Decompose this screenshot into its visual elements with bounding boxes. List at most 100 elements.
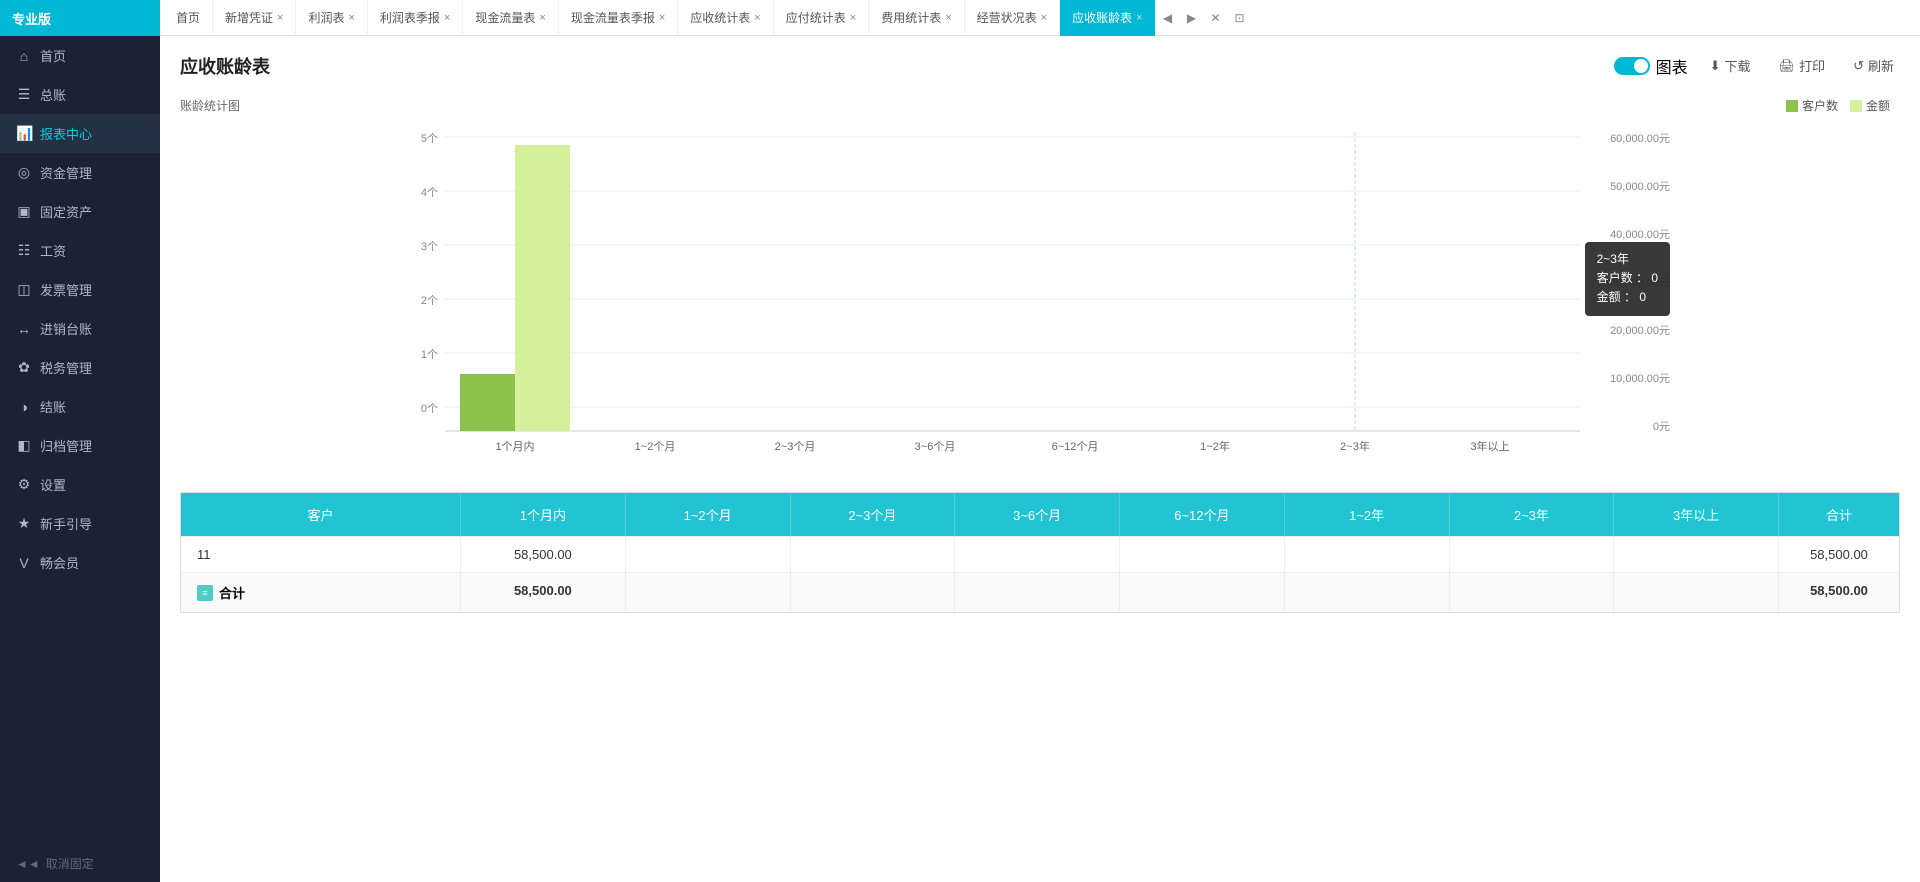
sidebar-item-home[interactable]: ⌂ 首页 bbox=[0, 36, 160, 75]
chart-title: 账龄统计图 bbox=[180, 97, 1900, 114]
tab-cashflow[interactable]: 现金流量表 × bbox=[463, 0, 558, 36]
svg-text:6~12个月: 6~12个月 bbox=[1052, 440, 1099, 453]
svg-text:40,000.00元: 40,000.00元 bbox=[1610, 229, 1670, 241]
th-y2-3: 2~3年 bbox=[1450, 493, 1615, 536]
sidebar-item-invoice[interactable]: ◫ 发票管理 bbox=[0, 270, 160, 309]
sidebar-item-salary[interactable]: ☷ 工资 bbox=[0, 231, 160, 270]
sidebar-item-archive[interactable]: ◧ 归档管理 bbox=[0, 426, 160, 465]
td-customer-0: 11 bbox=[181, 537, 461, 572]
close-tab-profit[interactable]: × bbox=[348, 12, 354, 24]
sidebar-label-settle: 结账 bbox=[40, 397, 66, 416]
refresh-button[interactable]: ↺ 刷新 bbox=[1847, 52, 1900, 79]
total-icon: ≡ bbox=[197, 585, 213, 601]
sidebar-label-funds: 资金管理 bbox=[40, 163, 92, 182]
sidebar-label-assets: 固定资产 bbox=[40, 202, 92, 221]
sidebar-label-tax: 税务管理 bbox=[40, 358, 92, 377]
legend-customer-label: 客户数 bbox=[1802, 97, 1838, 114]
svg-text:4个: 4个 bbox=[421, 186, 438, 199]
close-tab-receivable-stats[interactable]: × bbox=[754, 12, 760, 24]
td-m2-3-0 bbox=[791, 537, 956, 572]
svg-text:5个: 5个 bbox=[421, 132, 438, 145]
tab-scroll-right[interactable]: ▶ bbox=[1180, 6, 1204, 30]
sidebar-item-guide[interactable]: ★ 新手引导 bbox=[0, 504, 160, 543]
total-m3-6 bbox=[955, 573, 1120, 612]
tab-new-voucher[interactable]: 新增凭证 × bbox=[213, 0, 296, 36]
chart-toggle[interactable]: 图表 bbox=[1614, 54, 1688, 78]
tab-close-all[interactable]: ✕ bbox=[1204, 6, 1228, 30]
chart-container: 账龄统计图 客户数 金额 5个 4个 3个 2个 1个 bbox=[160, 87, 1920, 492]
page-title: 应收账龄表 bbox=[180, 53, 270, 79]
close-tab-profit-quarter[interactable]: × bbox=[444, 12, 450, 24]
th-m3-6: 3~6个月 bbox=[955, 493, 1120, 536]
settings-icon: ⚙ bbox=[16, 476, 32, 493]
ledger-icon: ☰ bbox=[16, 86, 32, 103]
guide-icon: ★ bbox=[16, 515, 32, 532]
sidebar-item-reports[interactable]: 📊 报表中心 bbox=[0, 114, 160, 153]
aging-table: 客户 1个月内 1~2个月 2~3个月 3~6个月 6~12个月 1~2年 2~… bbox=[180, 492, 1900, 613]
toggle-thumb bbox=[1634, 59, 1648, 73]
table-header: 客户 1个月内 1~2个月 2~3个月 3~6个月 6~12个月 1~2年 2~… bbox=[181, 493, 1899, 536]
close-tab-receivable-aging[interactable]: × bbox=[1136, 12, 1142, 24]
total-label-cell: ≡ 合计 bbox=[181, 573, 461, 612]
tab-receivable-aging[interactable]: 应收账龄表 × bbox=[1060, 0, 1155, 36]
tab-profit[interactable]: 利润表 × bbox=[296, 0, 367, 36]
tab-receivable-stats[interactable]: 应收统计表 × bbox=[678, 0, 773, 36]
archive-icon: ◧ bbox=[16, 437, 32, 454]
th-m2-3: 2~3个月 bbox=[791, 493, 956, 536]
tab-payable-stats[interactable]: 应付统计表 × bbox=[774, 0, 869, 36]
tab-expense-stats[interactable]: 费用统计表 × bbox=[869, 0, 964, 36]
sidebar-item-tax[interactable]: ✿ 税务管理 bbox=[0, 348, 160, 387]
close-tab-new-voucher[interactable]: × bbox=[277, 12, 283, 24]
td-m3-6-0 bbox=[955, 537, 1120, 572]
close-tab-biz-status[interactable]: × bbox=[1041, 12, 1047, 24]
bar-amount-0 bbox=[515, 145, 570, 431]
sidebar-label-settings: 设置 bbox=[40, 475, 66, 494]
sidebar-label-salary: 工资 bbox=[40, 241, 66, 260]
tab-maximize[interactable]: ⊡ bbox=[1228, 6, 1252, 30]
total-row: ≡ 合计 58,500.00 58,500.00 bbox=[181, 572, 1899, 612]
total-m1-2 bbox=[626, 573, 791, 612]
td-total-0: 58,500.00 bbox=[1779, 537, 1899, 572]
svg-text:2~3年: 2~3年 bbox=[1340, 439, 1370, 453]
svg-text:60,000.00元: 60,000.00元 bbox=[1610, 133, 1670, 145]
sidebar-item-vip[interactable]: V 畅会员 bbox=[0, 543, 160, 582]
settle-icon: ◑ bbox=[16, 399, 32, 415]
th-m6-12: 6~12个月 bbox=[1120, 493, 1285, 536]
tab-cashflow-quarter[interactable]: 现金流量表季报 × bbox=[559, 0, 678, 36]
tab-biz-status[interactable]: 经营状况表 × bbox=[965, 0, 1060, 36]
legend-customer-color bbox=[1786, 100, 1798, 112]
tab-profit-quarter[interactable]: 利润表季报 × bbox=[368, 0, 463, 36]
close-tab-expense-stats[interactable]: × bbox=[945, 12, 951, 24]
download-label: 下载 bbox=[1725, 56, 1751, 75]
refresh-icon: ↺ bbox=[1853, 58, 1864, 74]
sidebar-item-funds[interactable]: ◎ 资金管理 bbox=[0, 153, 160, 192]
close-tab-cashflow[interactable]: × bbox=[539, 12, 545, 24]
svg-text:20,000.00元: 20,000.00元 bbox=[1610, 325, 1670, 337]
tab-scroll-left[interactable]: ◀ bbox=[1156, 6, 1180, 30]
download-icon: ⬇ bbox=[1710, 58, 1721, 74]
unpin-button[interactable]: ◄◄ 取消固定 bbox=[0, 845, 160, 882]
toggle-track[interactable] bbox=[1614, 57, 1650, 75]
tab-home[interactable]: 首页 bbox=[164, 0, 213, 36]
td-m1-0: 58,500.00 bbox=[461, 537, 626, 572]
sidebar-item-settle[interactable]: ◑ 结账 bbox=[0, 387, 160, 426]
sidebar-label-home: 首页 bbox=[40, 46, 66, 65]
page-content: 应收账龄表 图表 ⬇ 下载 🖨 打印 ↺ 刷新 bbox=[160, 36, 1920, 882]
sidebar-item-assets[interactable]: ▣ 固定资产 bbox=[0, 192, 160, 231]
sidebar-item-settings[interactable]: ⚙ 设置 bbox=[0, 465, 160, 504]
sidebar-label-invoice: 发票管理 bbox=[40, 280, 92, 299]
th-customer: 客户 bbox=[181, 493, 461, 536]
svg-text:3个: 3个 bbox=[421, 240, 438, 253]
sidebar: 专业版 ⌂ 首页 ☰ 总账 📊 报表中心 ◎ 资金管理 ▣ 固定资产 ☷ 工资 … bbox=[0, 0, 160, 882]
total-y2-3 bbox=[1450, 573, 1615, 612]
sidebar-item-sales[interactable]: ↔ 进销台账 bbox=[0, 309, 160, 348]
unpin-icon: ◄◄ bbox=[16, 857, 40, 871]
total-m6-12 bbox=[1120, 573, 1285, 612]
print-button[interactable]: 🖨 打印 bbox=[1773, 52, 1832, 79]
sidebar-item-ledger[interactable]: ☰ 总账 bbox=[0, 75, 160, 114]
download-button[interactable]: ⬇ 下载 bbox=[1704, 52, 1757, 79]
table-row: 11 58,500.00 58,500.00 bbox=[181, 536, 1899, 572]
close-tab-cashflow-quarter[interactable]: × bbox=[659, 12, 665, 24]
salary-icon: ☷ bbox=[16, 242, 32, 259]
close-tab-payable-stats[interactable]: × bbox=[850, 12, 856, 24]
